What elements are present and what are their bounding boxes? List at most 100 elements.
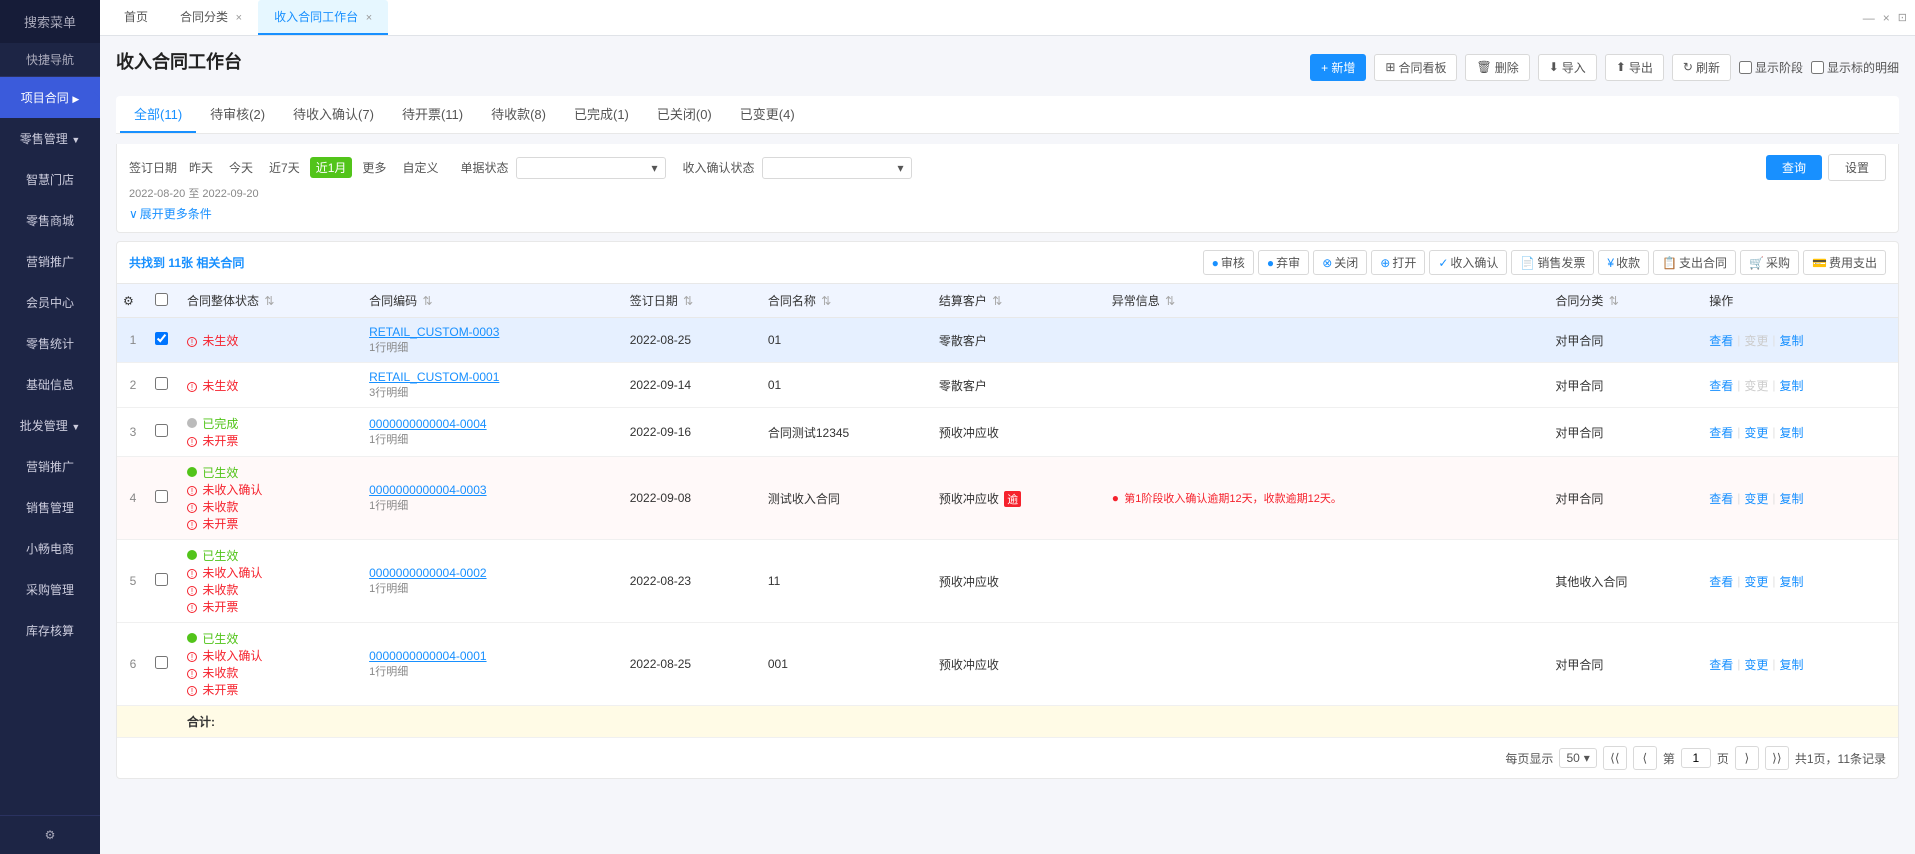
filter-tab-all[interactable]: 全部(11)	[120, 96, 196, 133]
sort-icon[interactable]: ⇅	[992, 294, 1002, 308]
tab-home[interactable]: 首页	[108, 0, 164, 35]
doc-status-select[interactable]: ▾	[516, 157, 666, 179]
maximize-icon[interactable]: ⊡	[1898, 11, 1907, 24]
view-link[interactable]: 查看	[1709, 490, 1733, 507]
expense-contract-btn[interactable]: 📋 支出合同	[1653, 250, 1736, 275]
sidebar-item-retail-mall[interactable]: 零售商城	[0, 200, 100, 241]
refresh-button[interactable]: ↻ 刷新	[1672, 54, 1731, 81]
contract-code-link[interactable]: RETAIL_CUSTOM-0003	[369, 325, 499, 339]
view-link[interactable]: 查看	[1709, 573, 1733, 590]
filter-tab-pending-confirm[interactable]: 待收入确认(7)	[279, 96, 388, 133]
filter-tab-changed[interactable]: 已变更(4)	[726, 96, 809, 133]
filter-tab-closed[interactable]: 已关闭(0)	[643, 96, 726, 133]
sidebar-item-wholesale-mgmt[interactable]: 批发管理 ▼	[0, 405, 100, 446]
expense-payment-btn[interactable]: 💳 费用支出	[1803, 250, 1886, 275]
change-link[interactable]: 变更	[1744, 490, 1768, 507]
sidebar-item-smart-store[interactable]: 智慧门店	[0, 159, 100, 200]
row-checkbox[interactable]	[155, 573, 168, 586]
income-confirm-btn[interactable]: ✓ 收入确认	[1429, 250, 1507, 275]
date-today[interactable]: 今天	[223, 157, 259, 178]
copy-link[interactable]: 复制	[1780, 377, 1804, 394]
show-marks-checkbox[interactable]	[1811, 61, 1824, 74]
sort-icon[interactable]: ⇅	[264, 294, 274, 308]
purchase-btn[interactable]: 🛒 采购	[1740, 250, 1799, 275]
sidebar-item-inventory-settle[interactable]: 库存核算	[0, 610, 100, 651]
date-last7[interactable]: 近7天	[263, 157, 306, 178]
expand-filter-btn[interactable]: ∨ 展开更多条件	[129, 205, 1886, 222]
sort-icon[interactable]: ⇅	[683, 294, 693, 308]
copy-link[interactable]: 复制	[1780, 656, 1804, 673]
sort-icon[interactable]: ⇅	[1609, 294, 1619, 308]
income-confirm-select[interactable]: ▾	[762, 157, 912, 179]
contract-code-link[interactable]: 0000000000004-0004	[369, 417, 486, 431]
row-checkbox[interactable]	[155, 377, 168, 390]
show-fields-checkbox[interactable]	[1739, 61, 1752, 74]
change-link[interactable]: 变更	[1744, 656, 1768, 673]
close-icon[interactable]: ×	[1883, 11, 1890, 25]
sidebar-item-project-contract[interactable]: 项目合同 ▶	[0, 77, 100, 118]
first-page-btn[interactable]: ⟨⟨	[1603, 746, 1627, 770]
copy-link[interactable]: 复制	[1780, 424, 1804, 441]
sidebar-item-marketing2[interactable]: 营销推广	[0, 446, 100, 487]
search-button[interactable]: 查询	[1766, 155, 1822, 180]
change-link[interactable]: 变更	[1744, 424, 1768, 441]
contract-code-link[interactable]: 0000000000004-0001	[369, 649, 486, 663]
sidebar-item-retail-management[interactable]: 零售管理 ▼	[0, 118, 100, 159]
view-link[interactable]: 查看	[1709, 656, 1733, 673]
settings-icon[interactable]: ⚙	[123, 294, 134, 308]
contract-code-link[interactable]: 0000000000004-0003	[369, 483, 486, 497]
last-page-btn[interactable]: ⟩⟩	[1765, 746, 1789, 770]
abandon-btn[interactable]: ● 弃审	[1258, 250, 1309, 275]
filter-tab-pending-invoice[interactable]: 待开票(11)	[388, 96, 477, 133]
change-link[interactable]: 变更	[1744, 573, 1768, 590]
row-checkbox[interactable]	[155, 332, 168, 345]
kanban-button[interactable]: ⊞ 合同看板	[1374, 54, 1457, 81]
copy-link[interactable]: 复制	[1780, 573, 1804, 590]
next-page-btn[interactable]: ⟩	[1735, 746, 1759, 770]
sidebar-nav[interactable]: 快捷导航	[0, 43, 100, 77]
setting-button[interactable]: 设置	[1828, 154, 1886, 181]
tab-contract-category[interactable]: 合同分类 ×	[164, 0, 258, 35]
close-contract-btn[interactable]: ⊗ 关闭	[1313, 250, 1367, 275]
delete-button[interactable]: 🗑 删除	[1465, 54, 1529, 81]
page-size-select[interactable]: 50 ▾	[1559, 748, 1596, 768]
sidebar-item-purchase-mgmt[interactable]: 采购管理	[0, 569, 100, 610]
tab-close-income-workbench[interactable]: ×	[366, 12, 372, 24]
copy-link[interactable]: 复制	[1780, 490, 1804, 507]
sidebar-item-marketing[interactable]: 营销推广	[0, 241, 100, 282]
view-link[interactable]: 查看	[1709, 424, 1733, 441]
sort-icon[interactable]: ⇅	[821, 294, 831, 308]
view-link[interactable]: 查看	[1709, 377, 1733, 394]
new-button[interactable]: + 新增	[1310, 54, 1366, 81]
tab-close-contract-category[interactable]: ×	[236, 12, 242, 24]
open-btn[interactable]: ⊕ 打开	[1371, 250, 1425, 275]
filter-tab-completed[interactable]: 已完成(1)	[560, 96, 643, 133]
sort-icon[interactable]: ⇅	[1165, 294, 1175, 308]
date-yesterday[interactable]: 昨天	[183, 157, 219, 178]
sidebar-item-sales-mgmt[interactable]: 销售管理	[0, 487, 100, 528]
sidebar-item-retail-stats[interactable]: 零售统计	[0, 323, 100, 364]
sidebar-search[interactable]: 搜索菜单	[0, 0, 100, 43]
select-all-checkbox[interactable]	[155, 293, 168, 306]
row-checkbox[interactable]	[155, 656, 168, 669]
page-input[interactable]	[1681, 748, 1711, 768]
view-link[interactable]: 查看	[1709, 332, 1733, 349]
tab-income-workbench[interactable]: 收入合同工作台 ×	[258, 0, 388, 35]
sort-icon[interactable]: ⇅	[422, 294, 432, 308]
prev-page-btn[interactable]: ⟨	[1633, 746, 1657, 770]
row-checkbox[interactable]	[155, 490, 168, 503]
export-button[interactable]: ⬆ 导出	[1605, 54, 1664, 81]
date-last1month[interactable]: 近1月	[310, 157, 353, 178]
sidebar-settings[interactable]: ⚙	[0, 815, 100, 854]
date-more[interactable]: 更多	[356, 157, 392, 178]
row-checkbox[interactable]	[155, 424, 168, 437]
sales-invoice-btn[interactable]: 📄 销售发票	[1511, 250, 1594, 275]
filter-tab-pending-payment[interactable]: 待收款(8)	[477, 96, 560, 133]
filter-tab-pending-review[interactable]: 待审核(2)	[196, 96, 279, 133]
contract-code-link[interactable]: 0000000000004-0002	[369, 566, 486, 580]
audit-btn[interactable]: ● 审核	[1203, 250, 1254, 275]
sidebar-item-basic-info[interactable]: 基础信息	[0, 364, 100, 405]
date-custom[interactable]: 自定义	[396, 157, 444, 178]
copy-link[interactable]: 复制	[1780, 332, 1804, 349]
import-button[interactable]: ⬇ 导入	[1538, 54, 1597, 81]
